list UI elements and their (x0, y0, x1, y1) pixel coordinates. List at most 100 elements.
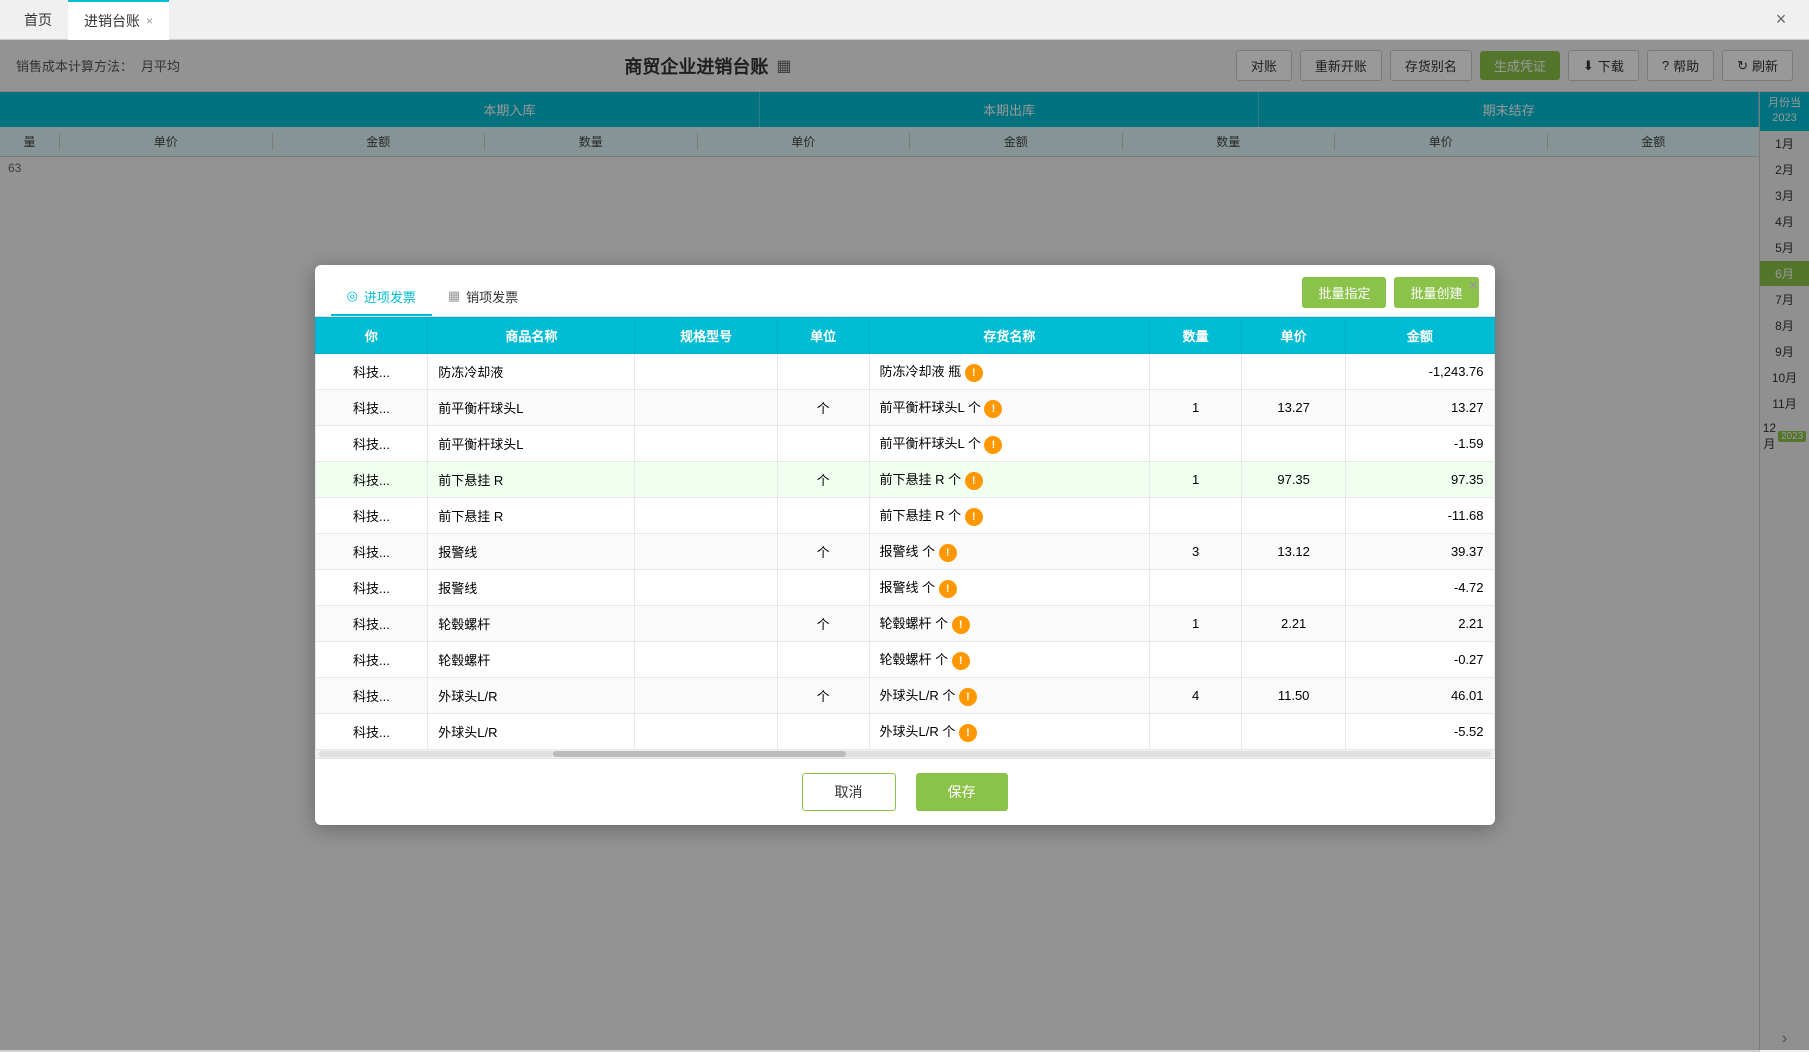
cell-unit: 个 (777, 534, 869, 570)
cell-spec (635, 534, 777, 570)
cell-spec (635, 354, 777, 390)
th-spec: 规格型号 (635, 318, 777, 354)
cell-product: 外球头L/R (428, 714, 635, 750)
cell-product: 前下悬挂 R (428, 462, 635, 498)
cell-amount: -0.27 (1346, 642, 1494, 678)
cancel-button[interactable]: 取消 (802, 773, 896, 811)
cell-price (1241, 570, 1345, 606)
cell-spec (635, 426, 777, 462)
warning-icon: ! (965, 364, 983, 382)
cell-product: 轮毂螺杆 (428, 606, 635, 642)
cell-company: 科技... (315, 462, 428, 498)
cell-product: 前平衡杆球头L (428, 426, 635, 462)
cell-company: 科技... (315, 426, 428, 462)
cell-stock: 前平衡杆球头L 个 ! (869, 390, 1150, 426)
warning-icon: ! (965, 508, 983, 526)
cell-unit (777, 426, 869, 462)
cell-spec (635, 498, 777, 534)
cell-unit (777, 714, 869, 750)
table-row: 科技... 前下悬挂 R 个 前下悬挂 R 个 ! 1 97.35 97.35 (315, 462, 1494, 498)
save-button[interactable]: 保存 (916, 773, 1008, 811)
batch-buttons: 批量指定 批量创建 (1302, 277, 1478, 308)
tab-home[interactable]: 首页 (8, 0, 68, 40)
cell-spec (635, 462, 777, 498)
cell-product: 报警线 (428, 534, 635, 570)
cell-spec (635, 390, 777, 426)
cell-qty: 1 (1150, 606, 1242, 642)
warning-icon: ! (984, 400, 1002, 418)
warning-icon: ! (952, 652, 970, 670)
table-row: 科技... 前平衡杆球头L 前平衡杆球头L 个 ! -1.59 (315, 426, 1494, 462)
tab-xiaoxiang[interactable]: ▦ 销项发票 (432, 279, 534, 316)
horizontal-scrollbar[interactable] (315, 750, 1495, 758)
cell-spec (635, 642, 777, 678)
cell-company: 科技... (315, 642, 428, 678)
cell-amount: 39.37 (1346, 534, 1494, 570)
cell-product: 防冻冷却液 (428, 354, 635, 390)
cell-qty (1150, 642, 1242, 678)
warning-icon: ! (939, 544, 957, 562)
cell-stock: 前平衡杆球头L 个 ! (869, 426, 1150, 462)
cell-spec (635, 570, 777, 606)
dialog-header: ◎ 进项发票 ▦ 销项发票 批量指定 批量创建 × (315, 265, 1495, 317)
cell-product: 外球头L/R (428, 678, 635, 714)
cell-company: 科技... (315, 678, 428, 714)
cell-company: 科技... (315, 390, 428, 426)
table-row: 科技... 报警线 个 报警线 个 ! 3 13.12 39.37 (315, 534, 1494, 570)
cell-price: 13.27 (1241, 390, 1345, 426)
th-stock: 存货名称 (869, 318, 1150, 354)
cell-amount: -11.68 (1346, 498, 1494, 534)
cell-company: 科技... (315, 714, 428, 750)
cell-company: 科技... (315, 606, 428, 642)
cell-qty: 1 (1150, 390, 1242, 426)
th-company: 你 (315, 318, 428, 354)
tab-bar: 首页 进销台账 × × (0, 0, 1809, 40)
batch-create-button[interactable]: 批量创建 (1394, 277, 1478, 308)
cell-qty (1150, 498, 1242, 534)
cell-amount: -1,243.76 (1346, 354, 1494, 390)
tab-close-icon[interactable]: × (146, 1, 153, 41)
dialog-close-button[interactable]: × (1468, 275, 1479, 296)
xiaoxiang-icon: ▦ (448, 288, 460, 304)
overlay: ◎ 进项发票 ▦ 销项发票 批量指定 批量创建 × (0, 40, 1809, 1050)
cell-stock: 轮毂螺杆 个 ! (869, 606, 1150, 642)
cell-stock: 前下悬挂 R 个 ! (869, 498, 1150, 534)
tab-jinxiang[interactable]: ◎ 进项发票 (331, 279, 432, 316)
cell-price (1241, 642, 1345, 678)
batch-assign-button[interactable]: 批量指定 (1302, 277, 1386, 308)
cell-stock: 轮毂螺杆 个 ! (869, 642, 1150, 678)
cell-spec (635, 606, 777, 642)
table-row: 科技... 前平衡杆球头L 个 前平衡杆球头L 个 ! 1 13.27 13.2… (315, 390, 1494, 426)
warning-icon: ! (959, 724, 977, 742)
table-row: 科技... 防冻冷却液 防冻冷却液 瓶 ! -1,243.76 (315, 354, 1494, 390)
cell-stock: 前下悬挂 R 个 ! (869, 462, 1150, 498)
cell-amount: 46.01 (1346, 678, 1494, 714)
cell-qty (1150, 714, 1242, 750)
dialog: ◎ 进项发票 ▦ 销项发票 批量指定 批量创建 × (315, 265, 1495, 825)
warning-icon: ! (965, 472, 983, 490)
cell-unit (777, 354, 869, 390)
cell-qty: 4 (1150, 678, 1242, 714)
th-product: 商品名称 (428, 318, 635, 354)
invoice-table: 你 商品名称 规格型号 单位 存货名称 数量 单价 金额 科技... 防冻冷却液 (315, 317, 1495, 750)
cell-price (1241, 354, 1345, 390)
scroll-thumb[interactable] (553, 751, 846, 757)
cell-unit: 个 (777, 606, 869, 642)
cell-amount: 2.21 (1346, 606, 1494, 642)
tab-ledger[interactable]: 进销台账 × (68, 0, 169, 40)
cell-unit: 个 (777, 390, 869, 426)
cell-amount: -1.59 (1346, 426, 1494, 462)
cell-unit: 个 (777, 678, 869, 714)
cell-qty (1150, 570, 1242, 606)
cell-qty (1150, 354, 1242, 390)
cell-price (1241, 498, 1345, 534)
th-amount: 金额 (1346, 318, 1494, 354)
th-unit: 单位 (777, 318, 869, 354)
warning-icon: ! (952, 616, 970, 634)
window-close-button[interactable]: × (1761, 0, 1801, 40)
table-row: 科技... 轮毂螺杆 个 轮毂螺杆 个 ! 1 2.21 2.21 (315, 606, 1494, 642)
cell-price (1241, 714, 1345, 750)
cell-unit (777, 498, 869, 534)
cell-unit (777, 642, 869, 678)
cell-product: 前平衡杆球头L (428, 390, 635, 426)
